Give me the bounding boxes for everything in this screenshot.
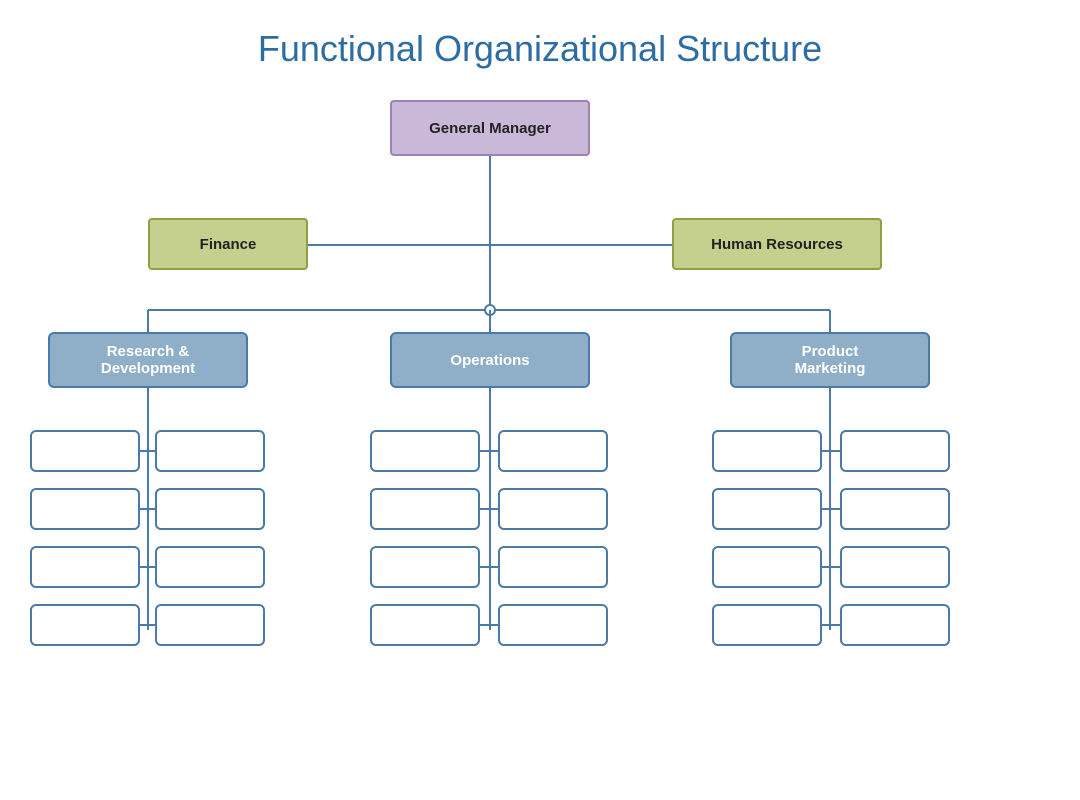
page-title: Functional Organizational Structure [0,0,1080,80]
hr-box: Human Resources [672,218,882,270]
pm-sub-left-3 [712,546,822,588]
pm-sub-right-4 [840,604,950,646]
ops-sub-left-1 [370,430,480,472]
general-manager-box: General Manager [390,100,590,156]
rd-sub-right-4 [155,604,265,646]
rd-box: Research &Development [48,332,248,388]
page: Functional Organizational Structure [0,0,1080,784]
ops-sub-right-1 [498,430,608,472]
ops-sub-left-2 [370,488,480,530]
general-manager-label: General Manager [429,120,551,137]
pm-sub-right-2 [840,488,950,530]
rd-sub-right-2 [155,488,265,530]
rd-sub-left-4 [30,604,140,646]
pm-box: ProductMarketing [730,332,930,388]
ops-box: Operations [390,332,590,388]
ops-sub-left-4 [370,604,480,646]
pm-sub-right-3 [840,546,950,588]
hr-label: Human Resources [711,236,843,253]
ops-sub-right-4 [498,604,608,646]
rd-sub-left-2 [30,488,140,530]
pm-sub-right-1 [840,430,950,472]
rd-sub-right-3 [155,546,265,588]
finance-label: Finance [200,236,257,253]
ops-sub-right-2 [498,488,608,530]
ops-sub-right-3 [498,546,608,588]
ops-sub-left-3 [370,546,480,588]
pm-sub-left-4 [712,604,822,646]
rd-sub-left-1 [30,430,140,472]
pm-label: ProductMarketing [795,343,866,377]
pm-sub-left-2 [712,488,822,530]
ops-label: Operations [450,352,529,369]
pm-sub-left-1 [712,430,822,472]
rd-sub-left-3 [30,546,140,588]
rd-sub-right-1 [155,430,265,472]
finance-box: Finance [148,218,308,270]
rd-label: Research &Development [101,343,195,377]
